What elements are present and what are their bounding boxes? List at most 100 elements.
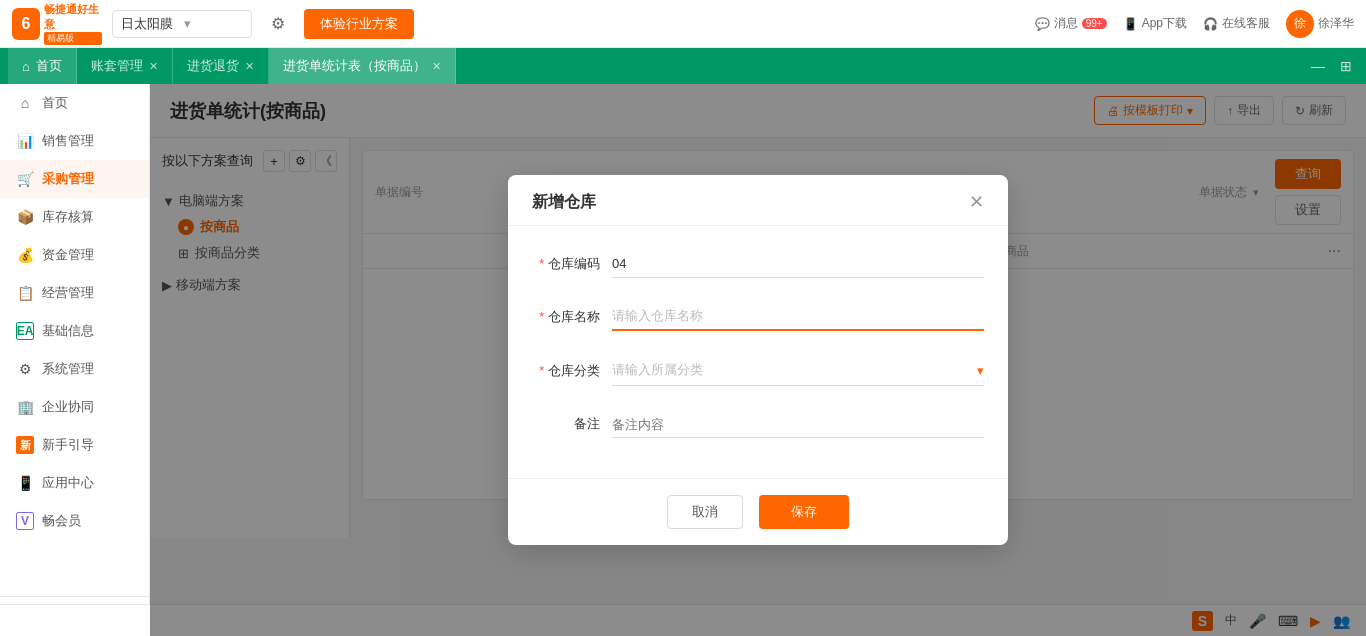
form-row-code: * 仓库编码 <box>532 250 984 278</box>
tab-home[interactable]: ⌂ 首页 <box>8 48 77 84</box>
warehouse-name-input[interactable] <box>612 302 984 331</box>
sidebar-home-label: 首页 <box>42 94 68 112</box>
store-name: 日太阳膜 <box>121 15 180 33</box>
sidebar-enterprise-label: 企业协同 <box>42 398 94 416</box>
tab-purchase-return[interactable]: 进货退货 ✕ <box>173 48 269 84</box>
logo-icon: 6 <box>12 8 40 40</box>
store-dropdown-arrow: ▾ <box>184 16 243 31</box>
remark-label: 备注 <box>532 415 612 433</box>
tab-purchase-stats[interactable]: 进货单统计表（按商品） ✕ <box>269 48 456 84</box>
modal-add-warehouse: 新增仓库 ✕ * 仓库编码 <box>508 175 1008 545</box>
category-dropdown-arrow: ▾ <box>977 363 984 378</box>
sidebar-operations-label: 经营管理 <box>42 284 94 302</box>
sidebar-purchase-label: 采购管理 <box>42 170 94 188</box>
home-icon: ⌂ <box>22 59 30 74</box>
top-bar: 6 畅捷通好生意 精易版 日太阳膜 ▾ ⚙ 体验行业方案 💬 消息 99+ 📱 … <box>0 0 1366 48</box>
message-icon: 💬 <box>1035 17 1050 31</box>
modal-body: * 仓库编码 * 仓库名称 <box>508 226 1008 478</box>
tab-purchase-return-close[interactable]: ✕ <box>245 60 254 73</box>
remark-textarea[interactable] <box>612 410 984 438</box>
sidebar-item-basic-info[interactable]: EA 基础信息 <box>0 312 149 350</box>
warehouse-code-input[interactable] <box>612 250 984 278</box>
store-selector[interactable]: 日太阳膜 ▾ <box>112 10 252 38</box>
app-download-label: App下载 <box>1142 15 1187 32</box>
required-mark-code: * <box>539 256 544 271</box>
app-download-button[interactable]: 📱 App下载 <box>1123 15 1187 32</box>
home-icon: ⌂ <box>16 94 34 112</box>
category-placeholder: 请输入所属分类 <box>612 361 703 379</box>
sidebar-item-member[interactable]: V 畅会员 <box>0 502 149 540</box>
save-button[interactable]: 保存 <box>759 495 849 529</box>
sidebar-item-inventory[interactable]: 📦 库存核算 <box>0 198 149 236</box>
top-right-area: 💬 消息 99+ 📱 App下载 🎧 在线客服 徐 徐泽华 <box>1035 10 1354 38</box>
sidebar-inventory-label: 库存核算 <box>42 208 94 226</box>
settings-icon[interactable]: ⚙ <box>262 8 294 40</box>
headset-icon: 🎧 <box>1203 17 1218 31</box>
modal-header: 新增仓库 ✕ <box>508 175 1008 226</box>
modal-title: 新增仓库 <box>532 192 596 213</box>
sidebar-item-sales[interactable]: 📊 销售管理 <box>0 122 149 160</box>
online-service-button[interactable]: 🎧 在线客服 <box>1203 15 1270 32</box>
sidebar-item-finance[interactable]: 💰 资金管理 <box>0 236 149 274</box>
sidebar-app-center-label: 应用中心 <box>42 474 94 492</box>
form-row-name: * 仓库名称 <box>532 302 984 331</box>
operations-icon: 📋 <box>16 284 34 302</box>
experience-button[interactable]: 体验行业方案 <box>304 9 414 39</box>
tab-purchase-stats-label: 进货单统计表（按商品） <box>283 57 426 75</box>
user-menu[interactable]: 徐 徐泽华 <box>1286 10 1354 38</box>
form-row-remark: 备注 <box>532 410 984 438</box>
member-icon: V <box>16 512 34 530</box>
warehouse-category-select[interactable]: 请输入所属分类 ▾ <box>612 355 984 386</box>
category-label: * 仓库分类 <box>532 362 612 380</box>
sidebar-item-operations[interactable]: 📋 经营管理 <box>0 274 149 312</box>
tab-bar: ⌂ 首页 账套管理 ✕ 进货退货 ✕ 进货单统计表（按商品） ✕ — ⊞ <box>0 48 1366 84</box>
content-area: 进货单统计(按商品) 🖨 按模板打印 ▾ ↑ 导出 ↻ 刷新 <box>150 84 1366 636</box>
username: 徐泽华 <box>1318 15 1354 32</box>
name-label: * 仓库名称 <box>532 308 612 326</box>
logo: 6 畅捷通好生意 精易版 <box>12 4 102 44</box>
tab-accounts-close[interactable]: ✕ <box>149 60 158 73</box>
messages-badge: 99+ <box>1082 18 1107 29</box>
cancel-button[interactable]: 取消 <box>667 495 743 529</box>
sidebar-sales-label: 销售管理 <box>42 132 94 150</box>
sidebar-item-system[interactable]: ⚙ 系统管理 <box>0 350 149 388</box>
form-row-category: * 仓库分类 请输入所属分类 ▾ <box>532 355 984 386</box>
enterprise-icon: 🏢 <box>16 398 34 416</box>
sidebar-item-purchase[interactable]: 🛒 采购管理 <box>0 160 149 198</box>
online-service-label: 在线客服 <box>1222 15 1270 32</box>
tab-controls: — ⊞ <box>1306 54 1358 78</box>
sidebar-guide-label: 新手引导 <box>42 436 94 454</box>
logo-text: 畅捷通好生意 <box>44 2 102 32</box>
messages-label: 消息 <box>1054 15 1078 32</box>
tab-accounts[interactable]: 账套管理 ✕ <box>77 48 173 84</box>
modal-footer: 取消 保存 <box>508 478 1008 545</box>
modal-close-button[interactable]: ✕ <box>969 191 984 213</box>
phone-icon: 📱 <box>1123 17 1138 31</box>
basic-info-icon: EA <box>16 322 34 340</box>
sidebar: ⌂ 首页 📊 销售管理 🛒 采购管理 📦 库存核算 💰 资金管理 📋 经营管理 … <box>0 84 150 636</box>
inventory-icon: 📦 <box>16 208 34 226</box>
sidebar-member-label: 畅会员 <box>42 512 81 530</box>
required-mark-name: * <box>539 309 544 324</box>
system-icon: ⚙ <box>16 360 34 378</box>
app-center-icon: 📱 <box>16 474 34 492</box>
tab-home-label: 首页 <box>36 57 62 75</box>
sales-icon: 📊 <box>16 132 34 150</box>
code-label: * 仓库编码 <box>532 255 612 273</box>
sidebar-item-home[interactable]: ⌂ 首页 <box>0 84 149 122</box>
tab-purchase-return-label: 进货退货 <box>187 57 239 75</box>
sidebar-item-guide[interactable]: 新 新手引导 <box>0 426 149 464</box>
tab-maximize-button[interactable]: ⊞ <box>1334 54 1358 78</box>
guide-icon: 新 <box>16 436 34 454</box>
purchase-icon: 🛒 <box>16 170 34 188</box>
messages-button[interactable]: 💬 消息 99+ <box>1035 15 1107 32</box>
sidebar-item-enterprise[interactable]: 🏢 企业协同 <box>0 388 149 426</box>
modal-overlay: 新增仓库 ✕ * 仓库编码 <box>150 84 1366 636</box>
sidebar-item-app-center[interactable]: 📱 应用中心 <box>0 464 149 502</box>
tab-minimize-button[interactable]: — <box>1306 54 1330 78</box>
required-mark-category: * <box>539 363 544 378</box>
sidebar-finance-label: 资金管理 <box>42 246 94 264</box>
tab-purchase-stats-close[interactable]: ✕ <box>432 60 441 73</box>
sidebar-system-label: 系统管理 <box>42 360 94 378</box>
finance-icon: 💰 <box>16 246 34 264</box>
